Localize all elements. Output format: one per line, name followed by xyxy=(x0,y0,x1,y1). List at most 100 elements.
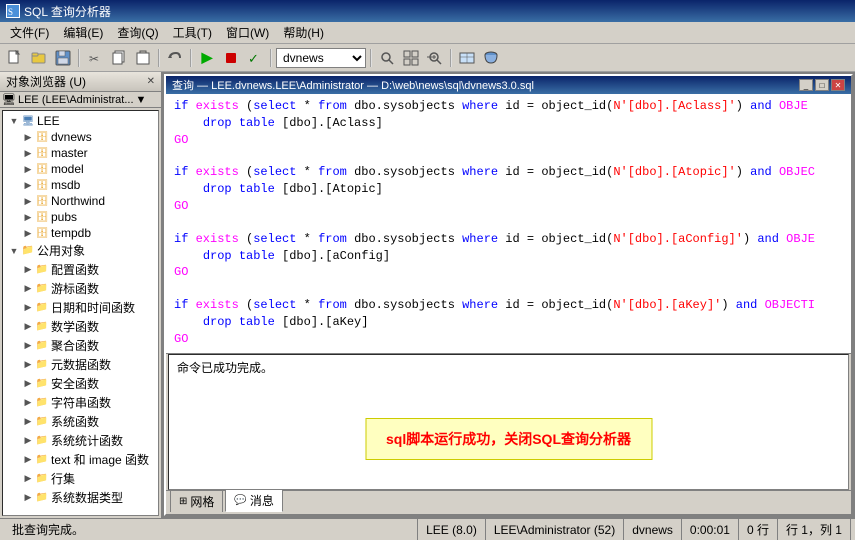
menu-edit[interactable]: 编辑(E) xyxy=(57,22,109,43)
menu-bar: 文件(F) 编辑(E) 查询(Q) 工具(T) 窗口(W) 帮助(H) xyxy=(0,22,855,44)
menu-tools[interactable]: 工具(T) xyxy=(167,22,218,43)
expand-icon[interactable]: ▼ xyxy=(7,114,21,128)
object-browser: 对象浏览器 (U) ✕ 🖥 LEE (LEE\Administrat... ▼ … xyxy=(0,72,162,518)
undo-button[interactable] xyxy=(164,47,186,69)
title-bar: S SQL 查询分析器 xyxy=(0,0,855,22)
manage-button[interactable] xyxy=(456,47,478,69)
restore-button[interactable]: □ xyxy=(815,79,829,91)
tree-db-tempdb[interactable]: ▶ 🗄 tempdb xyxy=(5,225,156,241)
folder-icon: 📁 xyxy=(35,282,49,296)
tree-label: 行集 xyxy=(51,470,75,487)
tree-meta-funcs[interactable]: ▶ 📁 元数据函数 xyxy=(5,355,156,374)
zoom-button[interactable] xyxy=(424,47,446,69)
msg-tab-icon: 💬 xyxy=(234,495,246,506)
tab-grid[interactable]: ⊞ 网格 xyxy=(170,490,223,512)
tree-area[interactable]: ▼ 🖥 LEE ▶ 🗄 dvnews ▶ 🗄 master ▶ 🗄 model xyxy=(2,110,159,516)
expand-icon[interactable]: ▶ xyxy=(21,162,35,176)
stop-button[interactable] xyxy=(220,47,242,69)
tree-config-funcs[interactable]: ▶ 📁 配置函数 xyxy=(5,260,156,279)
expand-icon[interactable]: ▶ xyxy=(21,358,35,372)
menu-help[interactable]: 帮助(H) xyxy=(277,22,330,43)
tree-label: 日期和时间函数 xyxy=(51,299,135,316)
tree-db-master[interactable]: ▶ 🗄 master xyxy=(5,145,156,161)
sql-code-area[interactable]: if exists (select * from dbo.sysobjects … xyxy=(166,94,851,354)
panel-close-button[interactable]: ✕ xyxy=(147,76,155,87)
grid-view-button[interactable] xyxy=(400,47,422,69)
expand-icon[interactable]: ▶ xyxy=(21,472,35,486)
tree-math-funcs[interactable]: ▶ 📁 数学函数 xyxy=(5,317,156,336)
svg-text:✓: ✓ xyxy=(248,51,259,66)
tree-db-dvnews[interactable]: ▶ 🗄 dvnews xyxy=(5,129,156,145)
copy-button[interactable] xyxy=(108,47,130,69)
expand-icon[interactable]: ▶ xyxy=(21,263,35,277)
tree-db-pubs[interactable]: ▶ 🗄 pubs xyxy=(5,209,156,225)
tree-label: pubs xyxy=(51,210,77,224)
expand-icon[interactable]: ▶ xyxy=(21,301,35,315)
expand-icon[interactable]: ▶ xyxy=(21,453,35,467)
expand-icon[interactable]: ▶ xyxy=(21,434,35,448)
expand-icon[interactable]: ▶ xyxy=(21,178,35,192)
cut-button[interactable]: ✂ xyxy=(84,47,106,69)
tree-label: 系统统计函数 xyxy=(51,432,123,449)
expand-icon[interactable]: ▼ xyxy=(7,244,21,258)
tree-textimage-funcs[interactable]: ▶ 📁 text 和 image 函数 xyxy=(5,450,156,469)
content-area: 查询 — LEE.dvnews.LEE\Administrator — D:\w… xyxy=(162,72,855,518)
tree-sys-funcs[interactable]: ▶ 📁 系统函数 xyxy=(5,412,156,431)
expand-icon[interactable]: ▶ xyxy=(21,377,35,391)
close-button[interactable]: ✕ xyxy=(831,79,845,91)
tab-messages[interactable]: 💬 消息 xyxy=(225,489,282,512)
expand-icon[interactable]: ▶ xyxy=(21,146,35,160)
tree-rowset[interactable]: ▶ 📁 行集 xyxy=(5,469,156,488)
tree-string-funcs[interactable]: ▶ 📁 字符串函数 xyxy=(5,393,156,412)
expand-icon[interactable]: ▶ xyxy=(21,415,35,429)
menu-file[interactable]: 文件(F) xyxy=(4,22,55,43)
expand-icon[interactable]: ▶ xyxy=(21,396,35,410)
tree-datetime-funcs[interactable]: ▶ 📁 日期和时间函数 xyxy=(5,298,156,317)
folder-icon: 📁 xyxy=(35,377,49,391)
tree-label: 字符串函数 xyxy=(51,394,111,411)
tree-sys-datatypes[interactable]: ▶ 📁 系统数据类型 xyxy=(5,488,156,507)
expand-icon[interactable]: ▶ xyxy=(21,282,35,296)
status-server-text: LEE (8.0) xyxy=(426,523,477,537)
server-selector[interactable]: 🖥 LEE (LEE\Administrat... ▼ xyxy=(0,92,161,108)
expand-icon[interactable]: ▶ xyxy=(21,226,35,240)
svg-text:S: S xyxy=(8,7,13,17)
tree-common-objects[interactable]: ▼ 📁 公用对象 xyxy=(5,241,156,260)
save-button[interactable] xyxy=(52,47,74,69)
main-layout: 对象浏览器 (U) ✕ 🖥 LEE (LEE\Administrat... ▼ … xyxy=(0,72,855,518)
expand-icon[interactable]: ▶ xyxy=(21,130,35,144)
tree-db-northwind[interactable]: ▶ 🗄 Northwind xyxy=(5,193,156,209)
folder-icon: 📁 xyxy=(35,491,49,505)
status-user-text: LEE\Administrator (52) xyxy=(494,523,615,537)
server-dropdown-icon[interactable]: ▼ xyxy=(136,94,147,106)
run-button[interactable]: ▶ xyxy=(196,47,218,69)
tree-db-model[interactable]: ▶ 🗄 model xyxy=(5,161,156,177)
menu-query[interactable]: 查询(Q) xyxy=(111,22,164,43)
tree-db-msdb[interactable]: ▶ 🗄 msdb xyxy=(5,177,156,193)
expand-icon[interactable]: ▶ xyxy=(21,210,35,224)
expand-icon[interactable]: ▶ xyxy=(21,491,35,505)
expand-icon[interactable]: ▶ xyxy=(21,194,35,208)
tree-agg-funcs[interactable]: ▶ 📁 聚合函数 xyxy=(5,336,156,355)
backup-button[interactable] xyxy=(480,47,502,69)
app-icon: S xyxy=(6,4,20,18)
tree-server-lee[interactable]: ▼ 🖥 LEE xyxy=(5,113,156,129)
folder-icon: 📁 xyxy=(35,415,49,429)
expand-icon[interactable]: ▶ xyxy=(21,339,35,353)
paste-button[interactable] xyxy=(132,47,154,69)
tree-security-funcs[interactable]: ▶ 📁 安全函数 xyxy=(5,374,156,393)
parse-button[interactable]: ✓ xyxy=(244,47,266,69)
completion-text: 命令已成功完成。 xyxy=(177,359,840,376)
tree-label: LEE xyxy=(37,114,60,128)
tree-cursor-funcs[interactable]: ▶ 📁 游标函数 xyxy=(5,279,156,298)
menu-window[interactable]: 窗口(W) xyxy=(220,22,275,43)
database-selector[interactable]: dvnews xyxy=(276,48,366,68)
expand-icon[interactable]: ▶ xyxy=(21,320,35,334)
minimize-button[interactable]: _ xyxy=(799,79,813,91)
open-button[interactable] xyxy=(28,47,50,69)
new-button[interactable] xyxy=(4,47,26,69)
object-search-button[interactable] xyxy=(376,47,398,69)
toolbar-sep-5 xyxy=(370,49,372,67)
tree-sysstats-funcs[interactable]: ▶ 📁 系统统计函数 xyxy=(5,431,156,450)
tab-messages-label: 消息 xyxy=(250,492,274,509)
